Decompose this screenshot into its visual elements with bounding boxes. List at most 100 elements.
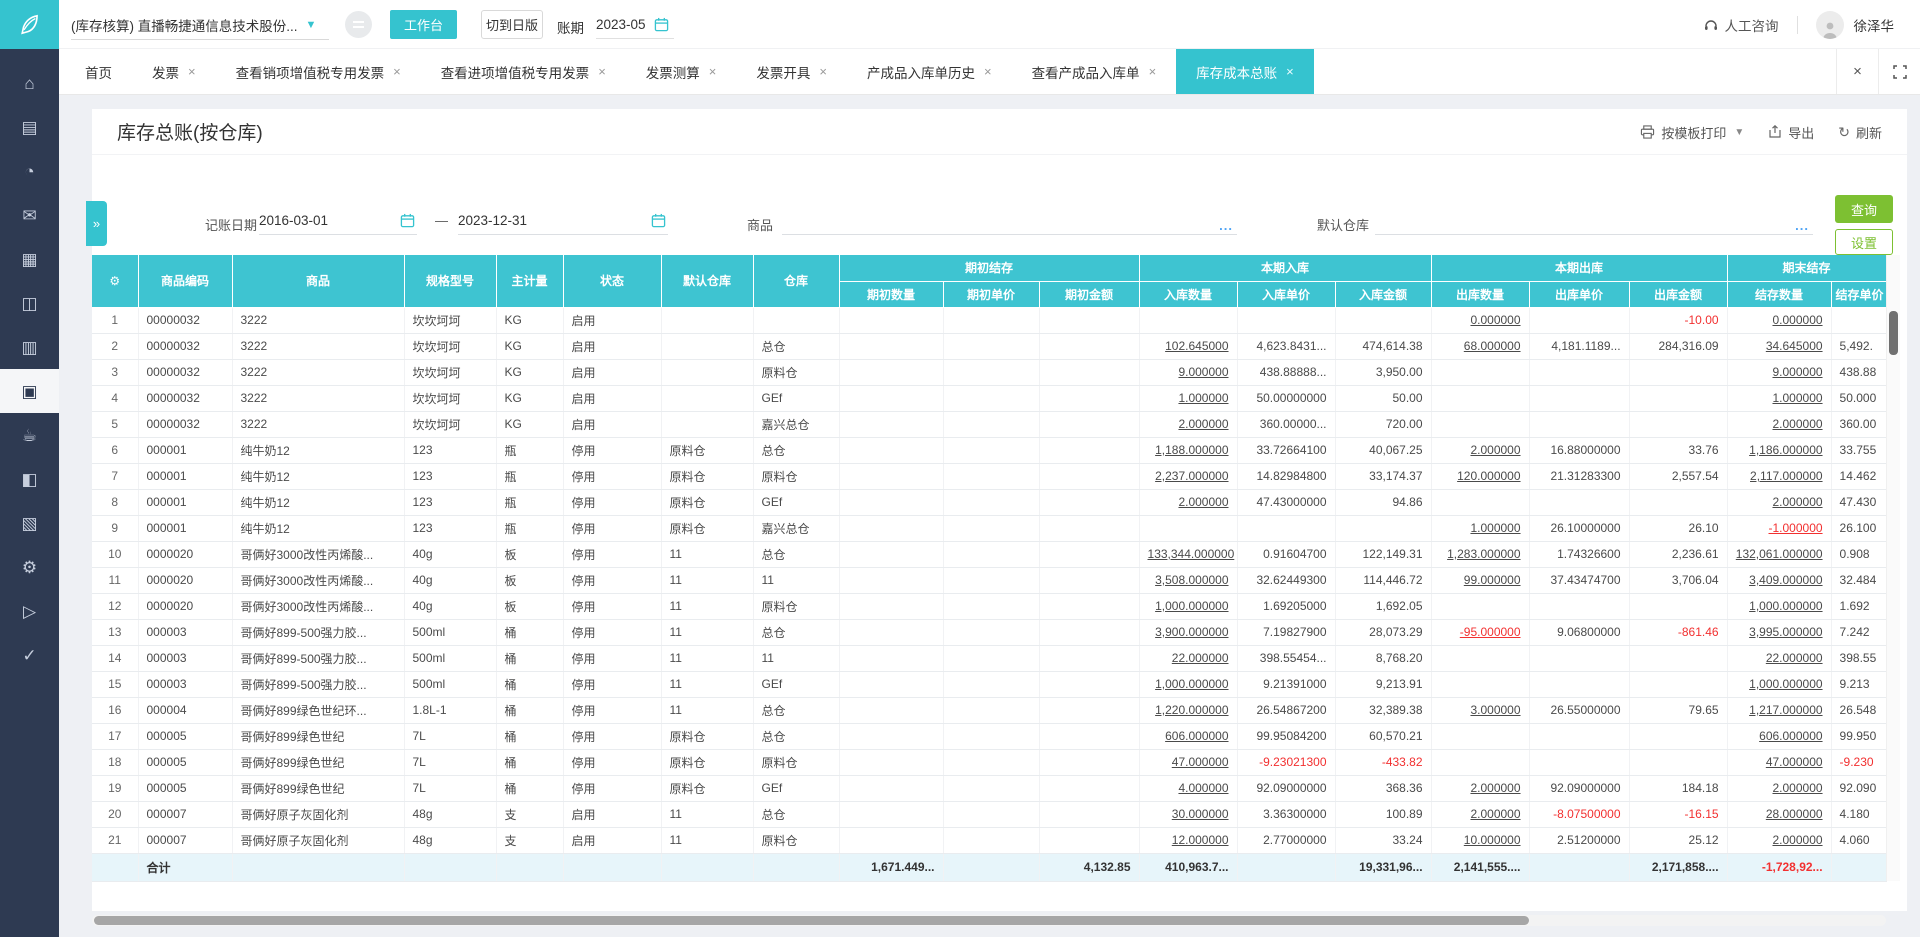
cell-out_qty[interactable]: 1.000000 [1431,515,1530,542]
column-settings-gear-icon[interactable]: ⚙ [92,255,139,308]
tab-product-inbound-history[interactable]: 产成品入库单历史 × [847,49,1012,94]
cell-bal_qty[interactable]: 132,061.000000 [1727,541,1832,568]
cell-bal_qty[interactable]: 2.000000 [1727,489,1832,516]
tab-close-icon[interactable]: × [188,64,196,79]
tab-sales-vat[interactable]: 查看销项增值税专用发票 × [216,49,421,94]
cell-bal_qty[interactable]: 606.000000 [1727,723,1832,750]
cell-bal_qty[interactable]: 47.000000 [1727,749,1832,776]
settings-button[interactable]: 设置 [1835,229,1893,255]
workbench-button[interactable]: 工作台 [390,10,457,39]
support-link[interactable]: 人工咨询 [1703,15,1779,35]
company-selector[interactable]: (库存核算) 直播畅捷通信息技术股份... ▼ [71,10,329,40]
cell-bal_qty[interactable]: -1.000000 [1727,515,1832,542]
cell-bal_qty[interactable]: 3,995.000000 [1727,619,1832,646]
cell-out_qty[interactable]: 120.000000 [1431,463,1530,490]
avatar[interactable] [1815,10,1844,39]
sidebar-item-checkout[interactable]: ▥ [0,325,59,369]
sidebar-item-home[interactable]: ⌂ [0,61,59,105]
cell-bal_qty[interactable]: 34.645000 [1727,333,1832,360]
horizontal-scrollbar[interactable] [92,915,1886,926]
cell-in_qty[interactable]: 2,237.000000 [1139,463,1238,490]
cell-in_qty[interactable]: 2.000000 [1139,489,1238,516]
date-to-input[interactable]: 2023-12-31 [458,207,668,235]
query-button[interactable]: 查询 [1835,195,1893,223]
cell-bal_qty[interactable]: 3,409.000000 [1727,567,1832,594]
cell-bal_qty[interactable]: 9.000000 [1727,359,1832,386]
tab-purchase-vat[interactable]: 查看进项增值税专用发票 × [421,49,626,94]
sidebar-item-service[interactable]: ☕ [0,413,59,457]
tab-invoice[interactable]: 发票 × [132,49,216,94]
tab-invoice-issue[interactable]: 发票开具 × [736,49,847,94]
tab-view-product-inbound[interactable]: 查看产成品入库单 × [1012,49,1177,94]
cell-out_qty[interactable]: -95.000000 [1431,619,1530,646]
cell-bal_qty[interactable]: 1,186.000000 [1727,437,1832,464]
cell-in_qty[interactable]: 2.000000 [1139,411,1238,438]
product-picker-ellipsis[interactable]: ... [1219,219,1233,232]
product-input[interactable]: ... [782,207,1237,235]
sidebar-item-report[interactable]: ◔ [0,149,59,193]
refresh-button[interactable]: ↻ 刷新 [1838,123,1882,142]
tab-home[interactable]: 首页 [65,49,132,94]
cell-in_qty[interactable]: 1.000000 [1139,385,1238,412]
warehouse-input[interactable]: ... [1375,207,1813,235]
cell-in_qty[interactable]: 1,220.000000 [1139,697,1238,724]
cell-in_qty[interactable]: 12.000000 [1139,827,1238,854]
cell-bal_qty[interactable]: 2.000000 [1727,827,1832,854]
memo-icon[interactable] [345,11,372,38]
cell-out_qty[interactable]: 3.000000 [1431,697,1530,724]
cell-in_qty[interactable]: 30.000000 [1139,801,1238,828]
cell-in_qty[interactable]: 133,344.000000 [1139,541,1238,568]
tab-close-icon[interactable]: × [984,64,992,79]
sidebar-item-training[interactable]: ▷ [0,589,59,633]
cell-in_qty[interactable]: 47.000000 [1139,749,1238,776]
sidebar-item-assets[interactable]: ◧ [0,457,59,501]
cell-bal_qty[interactable]: 2.000000 [1727,411,1832,438]
app-logo[interactable] [0,0,59,49]
sidebar-item-archive[interactable]: ▧ [0,501,59,545]
print-by-template-button[interactable]: 按模板打印 ▼ [1640,123,1744,142]
export-button[interactable]: 导出 [1768,123,1814,142]
cell-bal_qty[interactable]: 1.000000 [1727,385,1832,412]
cell-in_qty[interactable]: 4.000000 [1139,775,1238,802]
expand-filter-button[interactable]: » [86,201,107,246]
cell-in_qty[interactable]: 3,508.000000 [1139,567,1238,594]
sidebar-item-audit[interactable]: ✓ [0,633,59,677]
sidebar-item-invoice[interactable]: ▤ [0,105,59,149]
cell-bal_qty[interactable]: 1,000.000000 [1727,671,1832,698]
cell-bal_qty[interactable]: 2.000000 [1727,775,1832,802]
username[interactable]: 徐泽华 [1854,15,1895,35]
cell-in_qty[interactable]: 22.000000 [1139,645,1238,672]
tab-close-icon[interactable]: × [1286,64,1294,79]
cell-out_qty[interactable]: 0.000000 [1431,307,1530,334]
vertical-scrollbar-thumb[interactable] [1889,311,1898,355]
cell-bal_qty[interactable]: 2,117.000000 [1727,463,1832,490]
tab-close-icon[interactable]: × [393,64,401,79]
vertical-scrollbar[interactable] [1886,255,1900,881]
tab-close-icon[interactable]: × [1149,64,1157,79]
cell-in_qty[interactable]: 1,000.000000 [1139,671,1238,698]
cell-in_qty[interactable]: 102.645000 [1139,333,1238,360]
sidebar-item-message[interactable]: ✉ [0,193,59,237]
cell-out_qty[interactable]: 2.000000 [1431,801,1530,828]
cell-out_qty[interactable]: 10.000000 [1431,827,1530,854]
period-field[interactable]: 2023-05 [596,10,674,39]
cell-bal_qty[interactable]: 1,217.000000 [1727,697,1832,724]
date-from-input[interactable]: 2016-03-01 [259,207,417,235]
cell-out_qty[interactable]: 2.000000 [1431,437,1530,464]
switch-version-button[interactable]: 切到日版 [481,10,543,39]
cell-in_qty[interactable]: 1,188.000000 [1139,437,1238,464]
sidebar-item-settings[interactable]: ⚙ [0,545,59,589]
cell-bal_qty[interactable]: 0.000000 [1727,307,1832,334]
tab-close-icon[interactable]: × [709,64,717,79]
cell-out_qty[interactable]: 1,283.000000 [1431,541,1530,568]
cell-bal_qty[interactable]: 28.000000 [1727,801,1832,828]
cell-in_qty[interactable]: 9.000000 [1139,359,1238,386]
cell-in_qty[interactable]: 3,900.000000 [1139,619,1238,646]
fullscreen-button[interactable] [1878,49,1920,94]
tab-close-icon[interactable]: × [819,64,827,79]
calendar-icon[interactable] [400,213,415,228]
sidebar-item-ledger[interactable]: ▦ [0,237,59,281]
cell-out_qty[interactable]: 2.000000 [1431,775,1530,802]
tab-close-icon[interactable]: × [598,64,606,79]
horizontal-scrollbar-thumb[interactable] [94,916,1529,925]
